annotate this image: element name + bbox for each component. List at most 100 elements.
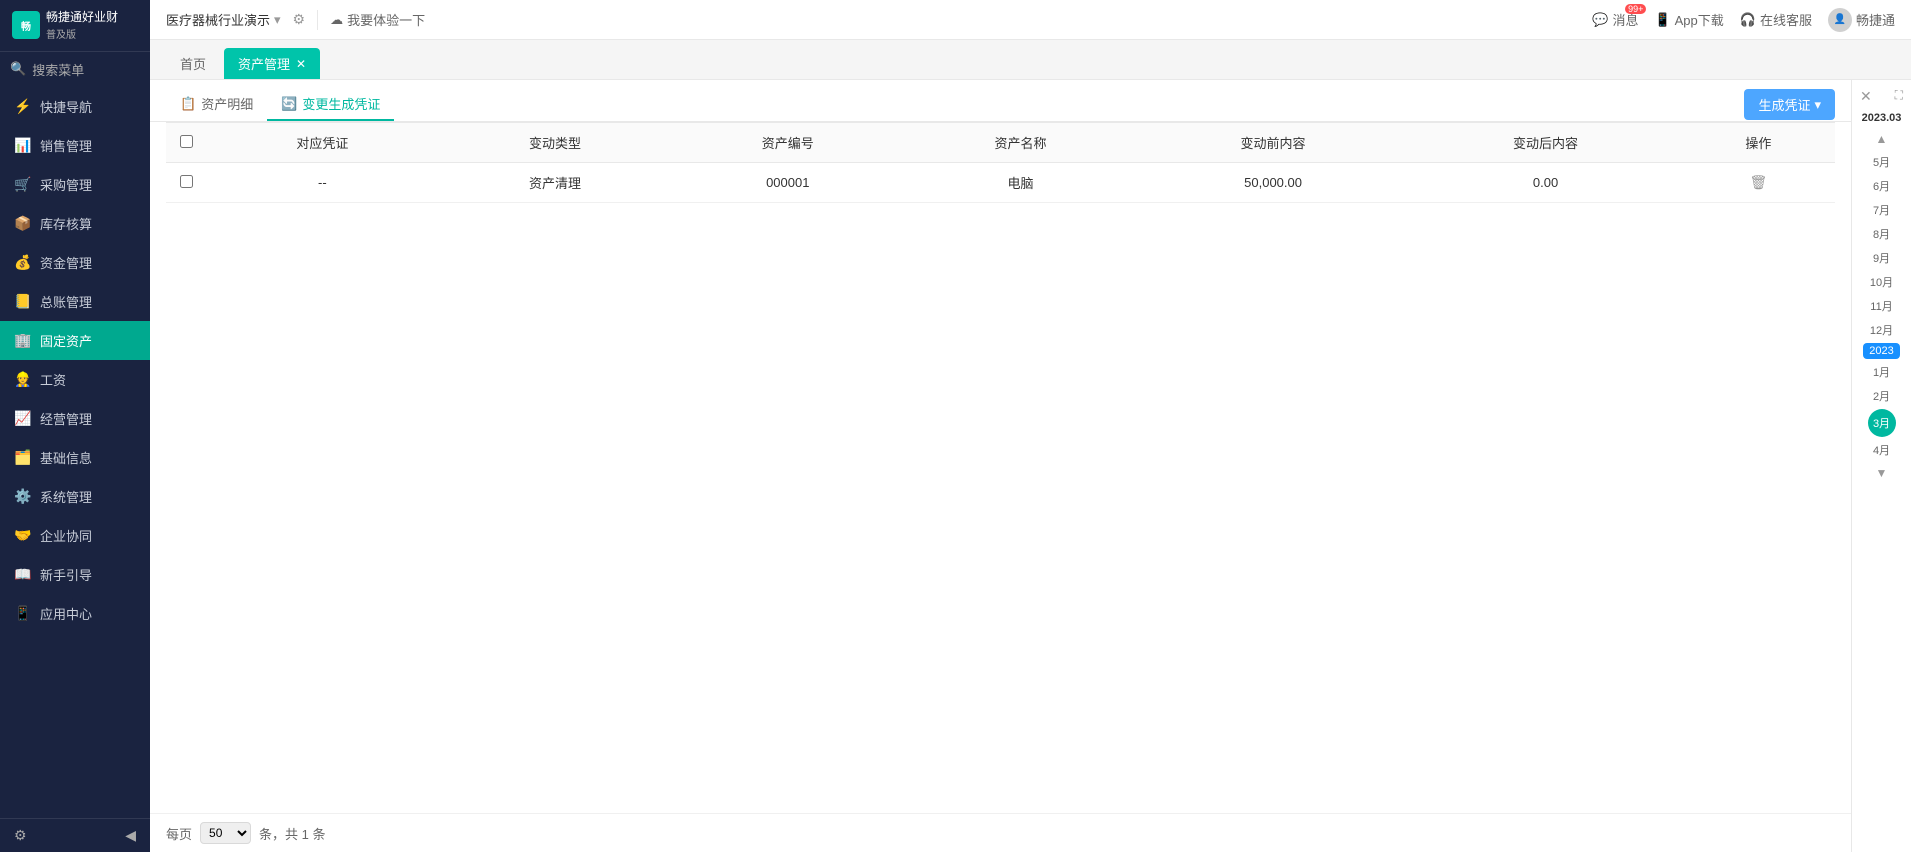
topbar: 医疗器械行业演示 ▾ ⚙ ☁ 我要体验一下 💬 消息 99+ 📱 App下载 🎧… [150, 0, 1911, 40]
user-menu[interactable]: 👤 畅捷通 [1828, 8, 1895, 32]
sidebar-item-payroll[interactable]: 👷 工资 [0, 360, 150, 399]
sales-icon: 📊 [14, 137, 32, 154]
main-content: 📋 资产明细 🔄 变更生成凭证 生成凭证 ▾ [150, 80, 1851, 852]
inventory-icon: 📦 [14, 215, 32, 232]
scroll-down-icon[interactable]: ▼ [1872, 462, 1892, 484]
month-4[interactable]: 4月 [1867, 439, 1896, 461]
sidebar-item-guide[interactable]: 📖 新手引导 [0, 555, 150, 594]
row-asset-code: 000001 [671, 163, 904, 203]
sidebar-item-fixed-assets[interactable]: 🏢 固定资产 [0, 321, 150, 360]
sidebar-item-operations[interactable]: 📈 经营管理 [0, 399, 150, 438]
sidebar-item-system[interactable]: ⚙️ 系统管理 [0, 477, 150, 516]
sidebar-item-sales[interactable]: 📊 销售管理 [0, 126, 150, 165]
month-7[interactable]: 7月 [1867, 199, 1896, 221]
app-download-label: App下载 [1675, 10, 1724, 29]
topbar-right: 💬 消息 99+ 📱 App下载 🎧 在线客服 👤 畅捷通 [1592, 8, 1895, 32]
system-icon: ⚙️ [14, 488, 32, 505]
sidebar-item-ledger[interactable]: 📒 总账管理 [0, 282, 150, 321]
basic-info-icon: 🗂️ [14, 449, 32, 466]
row-voucher: -- [206, 163, 439, 203]
per-page-label: 每页 [166, 824, 192, 843]
right-panel-expand-icon[interactable]: ⛶ [1895, 88, 1903, 103]
year-2023[interactable]: 2023 [1863, 343, 1899, 359]
sidebar-item-label: 应用中心 [40, 604, 92, 623]
company-name: 医疗器械行业演示 [166, 10, 270, 29]
header-asset-code: 资产编号 [671, 123, 904, 163]
delete-button[interactable]: 🗑 [1750, 174, 1768, 190]
divider [317, 10, 318, 30]
asset-detail-icon: 📋 [180, 96, 196, 112]
sidebar-nav: ⚡ 快捷导航 📊 销售管理 🛒 采购管理 📦 库存核算 💰 资金管理 📒 总账管… [0, 87, 150, 818]
generate-voucher-button[interactable]: 生成凭证 ▾ [1744, 89, 1835, 120]
sidebar-item-app-center[interactable]: 📱 应用中心 [0, 594, 150, 633]
row-checkbox[interactable] [180, 175, 193, 188]
tab-asset-management[interactable]: 资产管理 ✕ [224, 48, 320, 79]
total-label: 条，共 1 条 [259, 824, 325, 843]
select-all-checkbox[interactable] [180, 135, 193, 148]
operations-icon: 📈 [14, 410, 32, 427]
sub-tabs: 📋 资产明细 🔄 变更生成凭证 生成凭证 ▾ [150, 80, 1851, 122]
main-area: 医疗器械行业演示 ▾ ⚙ ☁ 我要体验一下 💬 消息 99+ 📱 App下载 🎧… [150, 0, 1911, 852]
customer-service-button[interactable]: 🎧 在线客服 [1740, 10, 1812, 29]
row-before-change: 50,000.00 [1137, 163, 1410, 203]
row-operation: 🗑 [1682, 163, 1835, 203]
month-11[interactable]: 11月 [1864, 295, 1898, 317]
subtab-change-voucher[interactable]: 🔄 变更生成凭证 [267, 88, 394, 121]
month-2[interactable]: 2月 [1867, 385, 1896, 407]
pagination: 每页 10 20 50 100 条，共 1 条 [150, 813, 1851, 852]
subtab-asset-detail-label: 资产明细 [201, 94, 253, 113]
month-3[interactable]: 3月 [1868, 409, 1896, 437]
month-12[interactable]: 12月 [1864, 319, 1899, 341]
month-1[interactable]: 1月 [1867, 361, 1896, 383]
month-8[interactable]: 8月 [1867, 223, 1896, 245]
company-selector[interactable]: 医疗器械行业演示 ▾ [166, 10, 281, 29]
subtab-asset-detail[interactable]: 📋 资产明细 [166, 88, 267, 121]
avatar: 👤 [1828, 8, 1852, 32]
messages-button[interactable]: 💬 消息 99+ [1592, 10, 1638, 29]
sidebar-item-enterprise[interactable]: 🤝 企业协同 [0, 516, 150, 555]
sidebar-item-label: 快捷导航 [40, 97, 92, 116]
header-before-change: 变动前内容 [1137, 123, 1410, 163]
dropdown-arrow-icon: ▾ [1814, 97, 1821, 113]
sidebar-item-label: 基础信息 [40, 448, 92, 467]
sidebar-item-inventory[interactable]: 📦 库存核算 [0, 204, 150, 243]
sidebar-item-purchase[interactable]: 🛒 采购管理 [0, 165, 150, 204]
settings-button[interactable]: ⚙ [14, 827, 27, 844]
asset-table: 对应凭证 变动类型 资产编号 资产名称 变动前内容 变动后内容 操作 [166, 122, 1835, 203]
tabbar: 首页 资产管理 ✕ [150, 40, 1911, 80]
fixed-assets-icon: 🏢 [14, 332, 32, 349]
collapse-button[interactable]: ◀ [125, 827, 136, 844]
month-5[interactable]: 5月 [1867, 151, 1896, 173]
experience-button[interactable]: ☁ 我要体验一下 [330, 10, 425, 29]
app-download-button[interactable]: 📱 App下载 [1654, 10, 1723, 29]
finance-icon: 💰 [14, 254, 32, 271]
scroll-up-icon[interactable]: ▲ [1872, 128, 1892, 150]
month-6[interactable]: 6月 [1867, 175, 1896, 197]
username: 畅捷通 [1856, 10, 1895, 29]
logo-subtitle: 普及版 [46, 26, 118, 41]
experience-label: 我要体验一下 [347, 10, 425, 29]
row-after-change: 0.00 [1409, 163, 1682, 203]
per-page-select[interactable]: 10 20 50 100 [200, 822, 251, 844]
sidebar-item-finance[interactable]: 💰 资金管理 [0, 243, 150, 282]
header-change-type: 变动类型 [439, 123, 672, 163]
quick-nav-icon: ⚡ [14, 98, 32, 115]
sidebar-item-quick-nav[interactable]: ⚡ 快捷导航 [0, 87, 150, 126]
logo-title: 畅捷通好业财 [46, 10, 118, 26]
settings-icon[interactable]: ⚙ [293, 11, 306, 28]
search-menu[interactable]: 🔍 搜索菜单 [0, 52, 150, 87]
tab-close-icon[interactable]: ✕ [296, 57, 306, 71]
sidebar-item-label: 经营管理 [40, 409, 92, 428]
right-panel-close-icon[interactable]: ✕ [1860, 88, 1872, 105]
month-9[interactable]: 9月 [1867, 247, 1896, 269]
logo-icon: 畅 [12, 11, 40, 39]
subtab-change-voucher-label: 变更生成凭证 [302, 94, 380, 113]
month-10[interactable]: 10月 [1864, 271, 1899, 293]
purchase-icon: 🛒 [14, 176, 32, 193]
change-voucher-icon: 🔄 [281, 96, 297, 112]
generate-voucher-label: 生成凭证 [1758, 95, 1810, 114]
sidebar-item-label: 固定资产 [40, 331, 92, 350]
sidebar-item-basic-info[interactable]: 🗂️ 基础信息 [0, 438, 150, 477]
tab-home[interactable]: 首页 [166, 48, 220, 79]
search-icon: 🔍 [10, 61, 26, 77]
